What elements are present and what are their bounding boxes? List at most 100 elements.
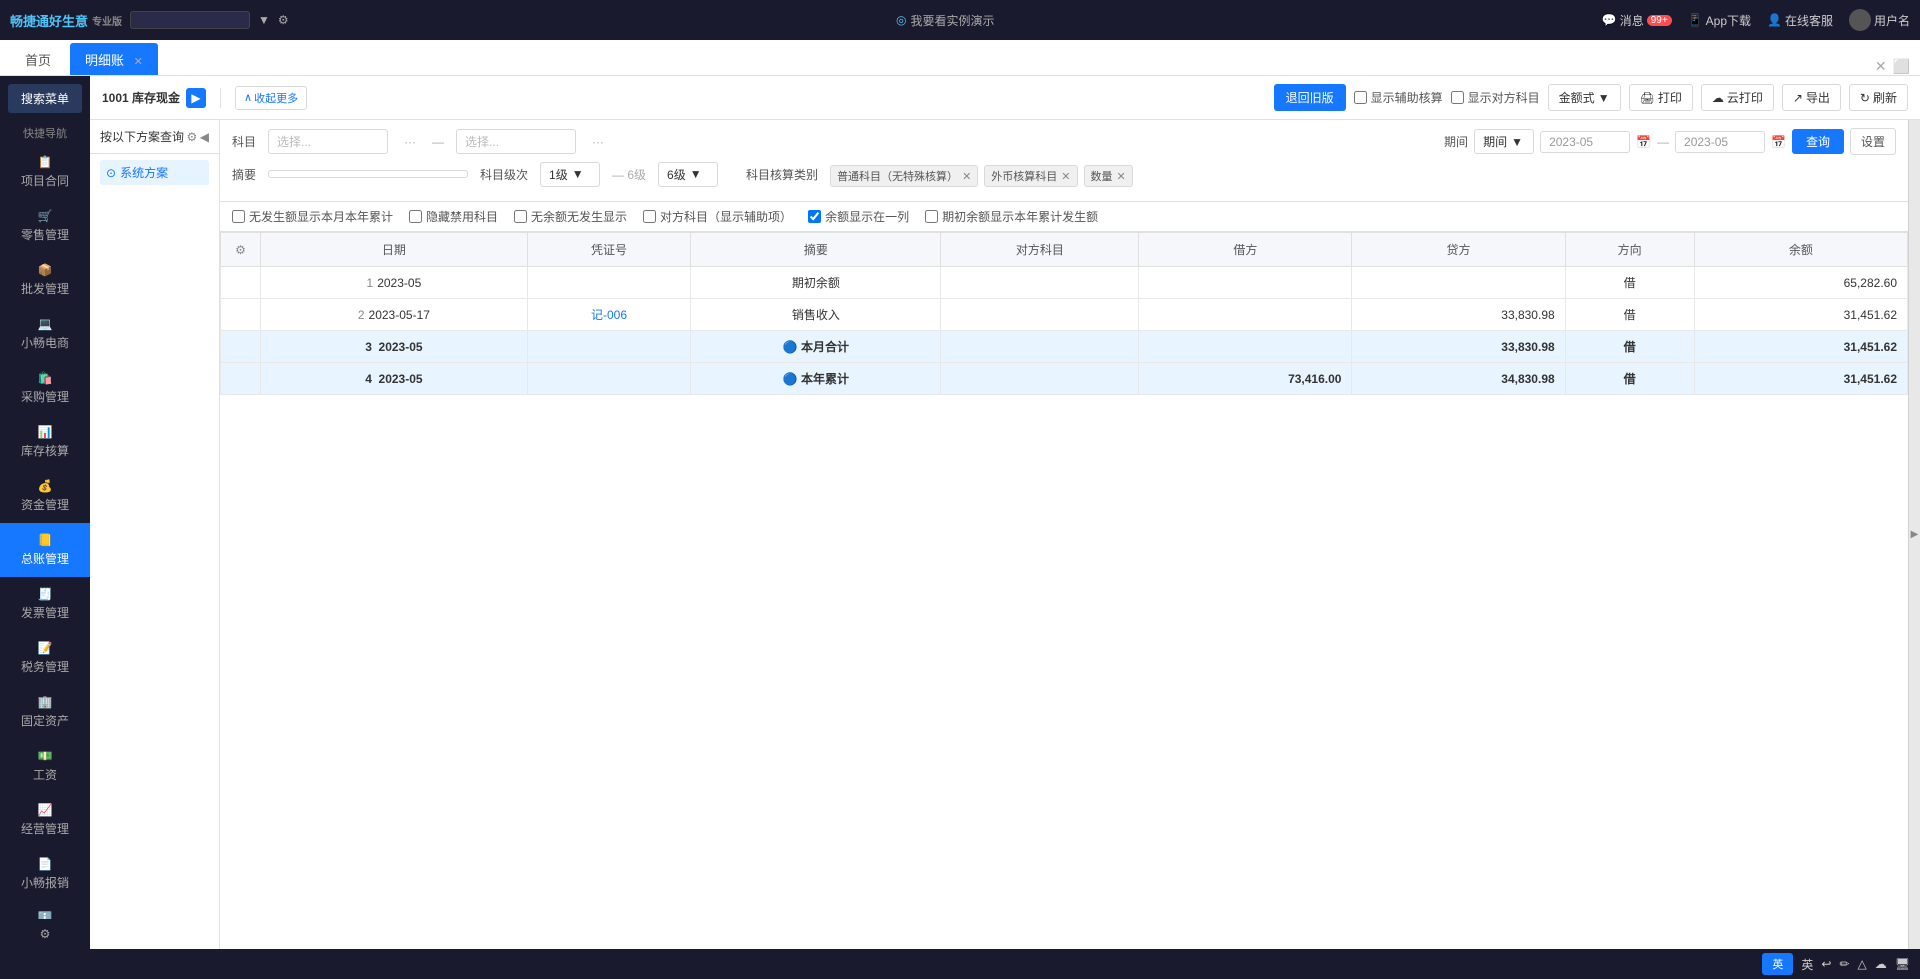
sidebar-item-ecommerce[interactable]: 💻 小畅电商 [0, 307, 90, 361]
sidebar-item-accounting[interactable]: 📒 总账管理 [0, 523, 90, 577]
no-balance-checkbox[interactable]: 无发生额显示本月本年累计 [232, 208, 393, 225]
filter-area: 科目 选择... ··· — 选择... ··· 期间 [220, 120, 1908, 202]
filter-tag-foreign-close[interactable]: ✕ [1061, 170, 1070, 183]
row-voucher [527, 267, 690, 299]
filter-tag-quantity-close[interactable]: ✕ [1117, 170, 1126, 183]
settings-button[interactable]: 设置 [1850, 128, 1896, 155]
level-from-select[interactable]: 1级 ▼ [540, 162, 600, 187]
demo-link[interactable]: 我要看实例演示 [910, 12, 994, 29]
sidebar-item-basic[interactable]: ℹ️ 基础信息 [0, 901, 90, 919]
bottom-icon-6[interactable]: 🖥 [1895, 957, 1910, 971]
sidebar-item-label: 经营管理 [21, 820, 69, 837]
sidebar-item-purchase[interactable]: 🛍️ 采购管理 [0, 361, 90, 415]
app-download-btn[interactable]: 📱 App下载 [1688, 12, 1751, 29]
bottom-icon-4[interactable]: △ [1858, 957, 1867, 971]
export-button[interactable]: ↗ 导出 [1782, 84, 1841, 111]
period-start-input[interactable]: 2023-05 [1540, 131, 1630, 153]
opposite-input[interactable] [643, 210, 656, 223]
row-opposite [941, 267, 1139, 299]
sidebar-item-salary[interactable]: 💵 工资 [0, 739, 90, 793]
no-balance-input[interactable] [232, 210, 245, 223]
period-calendar-icon-1[interactable]: 📅 [1636, 135, 1651, 149]
subject-input-end[interactable]: 选择... [456, 129, 576, 154]
show-opposite-input[interactable] [1451, 91, 1464, 104]
show-in-one-input[interactable] [808, 210, 821, 223]
sidebar-item-report[interactable]: 📄 小畅报销 [0, 847, 90, 901]
sidebar-item-capital[interactable]: 💰 资金管理 [0, 469, 90, 523]
print-button[interactable]: 🖨 打印 [1629, 84, 1693, 111]
bottom-icon-1[interactable]: 英 [1801, 956, 1813, 973]
tab-detail-close[interactable]: ✕ [134, 56, 143, 68]
sidebar-item-tax[interactable]: 📝 税务管理 [0, 631, 90, 685]
system-scheme-item[interactable]: ⊙ 系统方案 [100, 160, 209, 185]
col-direction: 方向 [1565, 233, 1694, 267]
tab-bar: 首页 明细账 ✕ ✕ ⬜ [0, 40, 1920, 76]
return-old-button[interactable]: 退回旧版 [1274, 84, 1346, 111]
no-zero-checkbox[interactable]: 无余额无发生显示 [514, 208, 627, 225]
tab-maximize[interactable]: ⬜ [1893, 58, 1910, 75]
search-button[interactable]: 查询 [1792, 129, 1844, 154]
lang-button[interactable]: 英 [1762, 953, 1793, 975]
scheme-collapse-icon[interactable]: ◀ [200, 130, 209, 144]
period-calendar-icon-2[interactable]: 📅 [1771, 135, 1786, 149]
hide-disabled-checkbox[interactable]: 隐藏禁用科目 [409, 208, 498, 225]
tab-home[interactable]: 首页 [10, 43, 66, 75]
show-opposite-checkbox[interactable]: 显示对方科目 [1451, 89, 1540, 106]
settings-icon[interactable]: ⚙ [278, 13, 289, 27]
show-aux-input[interactable] [1354, 91, 1367, 104]
title-input[interactable] [130, 11, 250, 29]
opposite-checkbox[interactable]: 对方科目（显示辅助项） [643, 208, 792, 225]
show-ytd-input[interactable] [925, 210, 938, 223]
online-service-btn[interactable]: 👤 在线客服 [1767, 12, 1833, 29]
period-end-input[interactable]: 2023-05 [1675, 131, 1765, 153]
business-icon: 📈 [38, 803, 53, 817]
bottom-icon-3[interactable]: ✏ [1839, 957, 1849, 971]
subject-input-start[interactable]: 选择... [268, 129, 388, 154]
refresh-button[interactable]: ↻ 刷新 [1849, 84, 1908, 111]
account-nav-button[interactable]: ▶ [186, 88, 206, 108]
level-to-select[interactable]: 6级 ▼ [658, 162, 718, 187]
bottom-icon-5[interactable]: ☁ [1875, 957, 1887, 971]
message-btn[interactable]: 💬 消息 99+ [1602, 12, 1672, 29]
dropdown-icon[interactable]: ▼ [258, 13, 270, 27]
search-menu-button[interactable]: 搜索菜单 [8, 84, 82, 113]
sidebar-settings[interactable]: ⚙ [0, 919, 90, 949]
summary-input[interactable] [268, 170, 468, 178]
sidebar-item-assets[interactable]: 🏢 固定资产 [0, 685, 90, 739]
show-ytd-checkbox[interactable]: 期初余额显示本年累计发生额 [925, 208, 1098, 225]
cloud-print-button[interactable]: ☁ 云打印 [1701, 84, 1774, 111]
row-voucher[interactable]: 记-006 [527, 299, 690, 331]
tab-detail[interactable]: 明细账 ✕ [70, 43, 158, 75]
hide-disabled-input[interactable] [409, 210, 422, 223]
full-amount-button[interactable]: 金额式 ▼ [1548, 84, 1621, 111]
bottom-icon-2[interactable]: ↩ [1821, 957, 1831, 971]
sidebar-item-project[interactable]: 📋 项目合同 [0, 145, 90, 199]
show-in-one-checkbox[interactable]: 余额显示在一列 [808, 208, 909, 225]
row-summary: 销售收入 [691, 299, 941, 331]
checkbox-row: 无发生额显示本月本年累计 隐藏禁用科目 无余额无发生显示 对方科目（显示辅助项） [220, 202, 1908, 232]
sidebar-item-inventory[interactable]: 📊 库存核算 [0, 415, 90, 469]
salary-icon: 💵 [38, 749, 53, 763]
no-zero-input[interactable] [514, 210, 527, 223]
sidebar-item-business[interactable]: 📈 经营管理 [0, 793, 90, 847]
expand-filter-button[interactable]: ∧ 收起更多 [235, 86, 307, 110]
scheme-dot: ⊙ [106, 166, 116, 180]
data-table: ⚙ 日期 凭证号 摘要 对方科目 借方 贷方 方向 余额 [220, 232, 1908, 395]
filter-row-2: 摘要 科目级次 1级 ▼ — 6级 6级 ▼ 科目核算类别 [232, 161, 1896, 187]
show-aux-checkbox[interactable]: 显示辅助核算 [1354, 89, 1443, 106]
period-label: 期间 [1444, 133, 1468, 150]
sidebar-item-wholesale[interactable]: 📦 批发管理 [0, 253, 90, 307]
retail-icon: 🛒 [38, 209, 53, 223]
right-collapse-panel[interactable]: ▶ [1908, 120, 1920, 949]
col-balance: 余额 [1694, 233, 1907, 267]
table-row: 3 2023-05🔵 本月合计33,830.98借31,451.62 [221, 331, 1908, 363]
sidebar-item-invoice[interactable]: 🧾 发票管理 [0, 577, 90, 631]
user-avatar[interactable]: 用户名 [1849, 9, 1910, 31]
filter-tag-normal-close[interactable]: ✕ [962, 170, 971, 183]
voucher-link[interactable]: 记-006 [591, 308, 627, 322]
tab-close-all[interactable]: ✕ [1875, 58, 1887, 75]
col-settings[interactable]: ⚙ [221, 233, 261, 267]
scheme-settings-icon[interactable]: ⚙ [187, 130, 198, 144]
sidebar-item-retail[interactable]: 🛒 零售管理 [0, 199, 90, 253]
period-type-select[interactable]: 期间 ▼ [1474, 129, 1534, 154]
